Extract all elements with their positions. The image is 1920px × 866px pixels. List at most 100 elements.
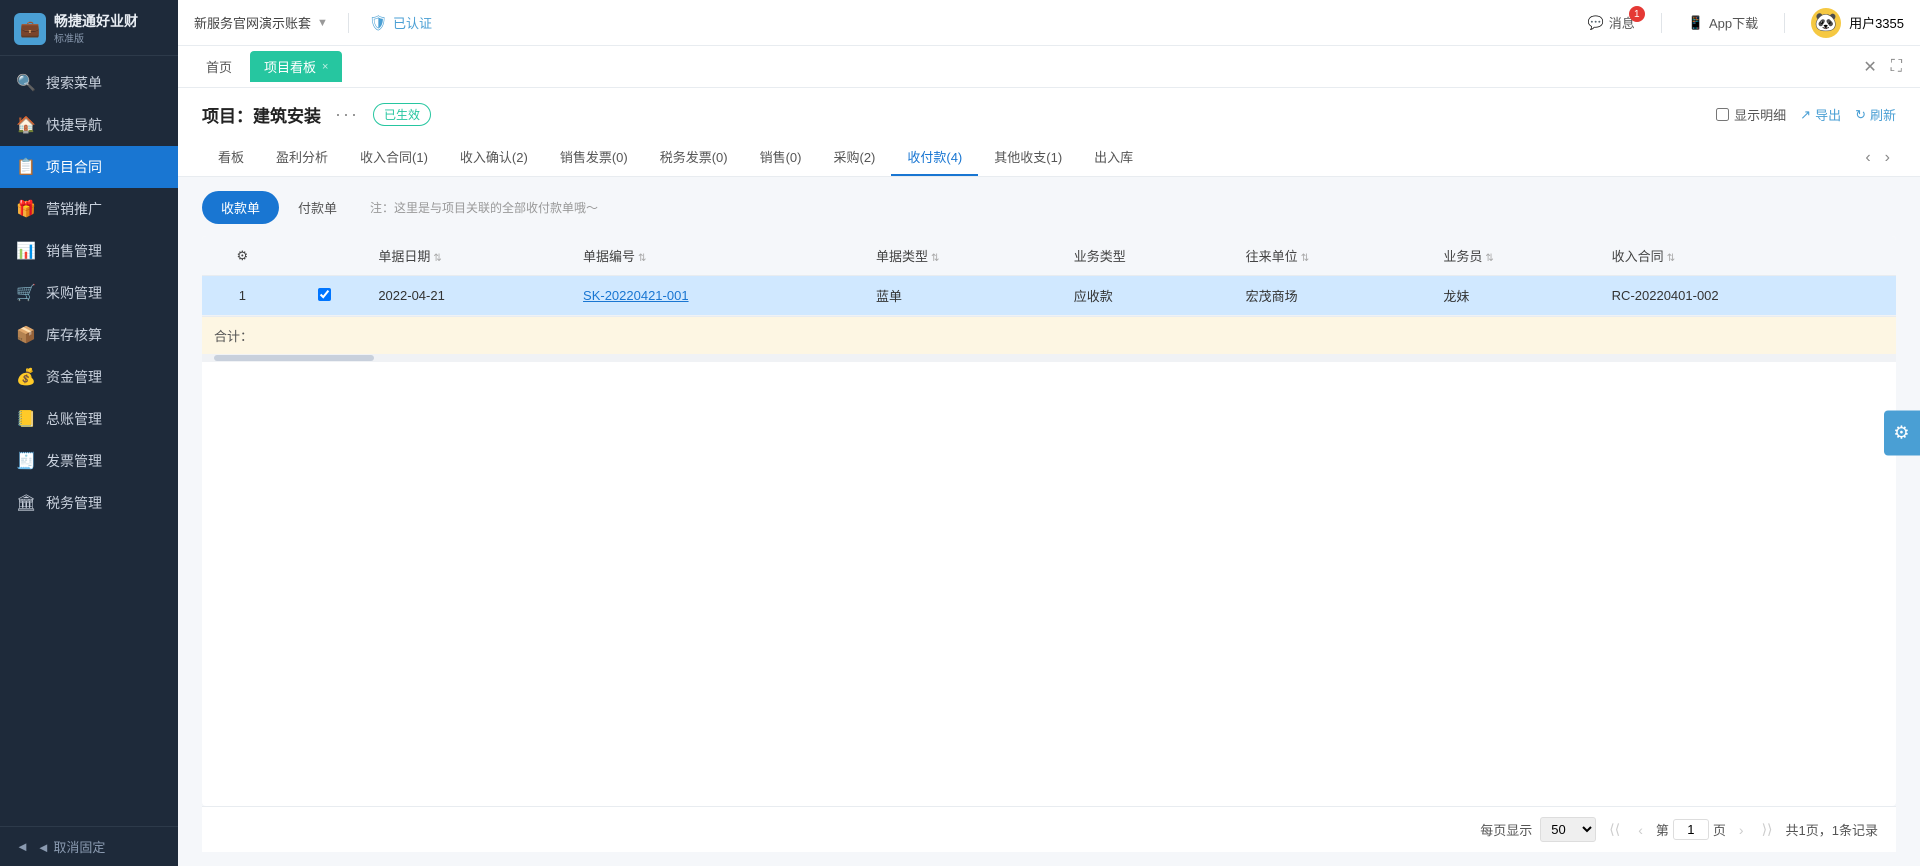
sidebar-icon-capital: 💰 <box>16 367 36 387</box>
table-footer: 每页显示 2050100 ⟨⟨ ‹ 第 页 › ⟩⟩ 共1页，1条记录 <box>202 806 1896 852</box>
cell-check-0[interactable] <box>283 276 367 316</box>
page-next-button[interactable]: › <box>1734 820 1749 840</box>
subtab-payment[interactable]: 收付款(4) <box>891 139 978 176</box>
sidebar-item-purchase[interactable]: 🛒采购管理 <box>0 272 178 314</box>
page-prev-button[interactable]: ‹ <box>1633 820 1648 840</box>
account-selector[interactable]: 新服务官网演示账套 ▼ <box>194 13 328 32</box>
app-download-label: App下载 <box>1709 13 1758 32</box>
sort-icon-income_contract[interactable]: ⇅ <box>1667 253 1675 264</box>
col-header-type[interactable]: 单据类型⇅ <box>864 236 1062 276</box>
project-more-icon[interactable]: ··· <box>335 104 359 125</box>
page-input[interactable] <box>1673 819 1709 840</box>
cell-biztype-0: 应收款 <box>1062 276 1234 316</box>
page-last-button[interactable]: ⟩⟩ <box>1757 819 1778 840</box>
content: 项目：建筑安装 ··· 已生效 显示明细 ↗ 导出 ↻ 刷新 <box>178 88 1920 866</box>
sidebar-item-invoice[interactable]: 🧾发票管理 <box>0 440 178 482</box>
subtab-sales_invoice[interactable]: 销售发票(0) <box>544 139 644 176</box>
sidebar-item-tax[interactable]: 🏛税务管理 <box>0 482 178 524</box>
show-detail-checkbox[interactable]: 显示明细 <box>1716 105 1786 124</box>
topbar-right: 💬 消息 1 📱 App下载 🐼 用户3355 <box>1588 8 1904 38</box>
sidebar-item-marketing[interactable]: 🎁营销推广 <box>0 188 178 230</box>
col-header-income_contract[interactable]: 收入合同⇅ <box>1600 236 1896 276</box>
sidebar-icon-search: 🔍 <box>16 73 36 93</box>
sort-icon-partner[interactable]: ⇅ <box>1301 253 1309 264</box>
user-menu[interactable]: 🐼 用户3355 <box>1811 8 1904 38</box>
sidebar-unpin-button[interactable]: ◄ ◄ 取消固定 <box>0 826 178 866</box>
sort-icon-number[interactable]: ⇅ <box>638 253 646 264</box>
topbar-divider1 <box>348 13 349 33</box>
inner-tab-收款单[interactable]: 收款单 <box>202 191 279 224</box>
sidebar-menu: 🔍 搜索菜单 🏠快捷导航📋项目合同🎁营销推广📊销售管理🛒采购管理📦库存核算💰资金管理… <box>0 56 178 826</box>
user-label: 用户3355 <box>1849 13 1904 32</box>
sort-icon-salesperson[interactable]: ⇅ <box>1485 253 1493 264</box>
sort-icon-date[interactable]: ⇅ <box>433 253 441 264</box>
subtab-prev-button[interactable]: ‹ <box>1859 147 1876 169</box>
table-row[interactable]: 12022-04-21SK-20220421-001蓝单应收款宏茂商场龙妹RC-… <box>202 276 1896 316</box>
sidebar: 💼 畅捷通好业财 标准版 🔍 搜索菜单 🏠快捷导航📋项目合同🎁营销推广📊销售管理🛒采… <box>0 0 178 866</box>
subtab-sales[interactable]: 销售(0) <box>744 139 818 176</box>
subtab-nav: ‹ › <box>1859 147 1896 169</box>
certified-text: 已认证 <box>393 13 432 32</box>
doc-link-0[interactable]: SK-20220421-001 <box>583 288 689 303</box>
export-label: 导出 <box>1815 105 1841 124</box>
cell-salesperson-0: 龙妹 <box>1431 276 1599 316</box>
inner-tab-付款单[interactable]: 付款单 <box>279 191 356 224</box>
subtab-profit[interactable]: 盈利分析 <box>260 139 344 176</box>
subtab-income_contract[interactable]: 收入合同(1) <box>344 139 444 176</box>
sort-icon-type[interactable]: ⇅ <box>931 253 939 264</box>
col-header-date[interactable]: 单据日期⇅ <box>366 236 571 276</box>
sidebar-item-search[interactable]: 🔍 搜索菜单 <box>0 62 178 104</box>
app-download-button[interactable]: 📱 App下载 <box>1688 13 1758 32</box>
subtab-row: 看板盈利分析收入合同(1)收入确认(2)销售发票(0)税务发票(0)销售(0)采… <box>202 139 1896 176</box>
tab-close-icon[interactable]: × <box>322 61 328 73</box>
project-status-badge: 已生效 <box>373 103 431 126</box>
export-button[interactable]: ↗ 导出 <box>1800 105 1841 124</box>
table-scrollbar-thumb <box>214 355 374 361</box>
refresh-button[interactable]: ↻ 刷新 <box>1855 105 1896 124</box>
tab-maximize-button[interactable]: ⛶ <box>1887 53 1906 81</box>
sidebar-item-inventory[interactable]: 📦库存核算 <box>0 314 178 356</box>
sidebar-item-sales[interactable]: 📊销售管理 <box>0 230 178 272</box>
sidebar-item-contract[interactable]: 📋项目合同 <box>0 146 178 188</box>
page-first-button[interactable]: ⟨⟨ <box>1604 819 1625 840</box>
subtab-kanban[interactable]: 看板 <box>202 139 260 176</box>
page-size-label: 每页显示 <box>1480 820 1532 839</box>
subtab-warehouse[interactable]: 出入库 <box>1078 139 1149 176</box>
refresh-label: 刷新 <box>1870 105 1896 124</box>
col-header-number[interactable]: 单据编号⇅ <box>571 236 864 276</box>
subtab-next-button[interactable]: › <box>1879 147 1896 169</box>
col-header-salesperson[interactable]: 业务员⇅ <box>1431 236 1599 276</box>
col-header-partner[interactable]: 往来单位⇅ <box>1234 236 1432 276</box>
project-header: 项目：建筑安装 ··· 已生效 显示明细 ↗ 导出 ↻ 刷新 <box>178 88 1920 177</box>
project-title: 项目：建筑安装 <box>202 102 321 127</box>
tab-home[interactable]: 首页 <box>192 51 246 82</box>
sidebar-item-quicknav[interactable]: 🏠快捷导航 <box>0 104 178 146</box>
sidebar-icon-purchase: 🛒 <box>16 283 36 303</box>
tab-kanban[interactable]: 项目看板 × <box>250 51 342 82</box>
project-title-row: 项目：建筑安装 ··· 已生效 显示明细 ↗ 导出 ↻ 刷新 <box>202 102 1896 127</box>
sidebar-icon-invoice: 🧾 <box>16 451 36 471</box>
message-badge: 1 <box>1629 6 1645 22</box>
subtab-purchase[interactable]: 采购(2) <box>817 139 891 176</box>
sidebar-icon-tax: 🏛 <box>16 493 36 513</box>
subtab-income_confirm[interactable]: 收入确认(2) <box>444 139 544 176</box>
sidebar-item-ledger[interactable]: 📒总账管理 <box>0 398 178 440</box>
show-detail-input[interactable] <box>1716 108 1729 121</box>
tab-close-button[interactable]: ✕ <box>1859 53 1880 81</box>
row-checkbox-0[interactable] <box>318 288 331 301</box>
subtabs: 看板盈利分析收入合同(1)收入确认(2)销售发票(0)税务发票(0)销售(0)采… <box>202 139 1149 176</box>
sidebar-item-capital[interactable]: 💰资金管理 <box>0 356 178 398</box>
sidebar-label-search: 搜索菜单 <box>46 73 102 93</box>
cell-number-0[interactable]: SK-20220421-001 <box>571 276 864 316</box>
right-float-button[interactable]: ⚙ <box>1884 411 1920 456</box>
sidebar-label-contract: 项目合同 <box>46 157 102 177</box>
sidebar-logo: 💼 畅捷通好业财 标准版 <box>0 0 178 56</box>
cell-contract-0: RC-20220401-002 <box>1600 276 1896 316</box>
unpin-icon: ◄ <box>16 839 29 854</box>
subtab-other_expense[interactable]: 其他收支(1) <box>978 139 1078 176</box>
page-size-select[interactable]: 2050100 <box>1540 817 1596 842</box>
subtab-tax_invoice[interactable]: 税务发票(0) <box>644 139 744 176</box>
table-scrollbar[interactable] <box>202 354 1896 362</box>
message-button[interactable]: 💬 消息 1 <box>1588 13 1635 32</box>
tab-kanban-label: 项目看板 <box>264 57 316 76</box>
